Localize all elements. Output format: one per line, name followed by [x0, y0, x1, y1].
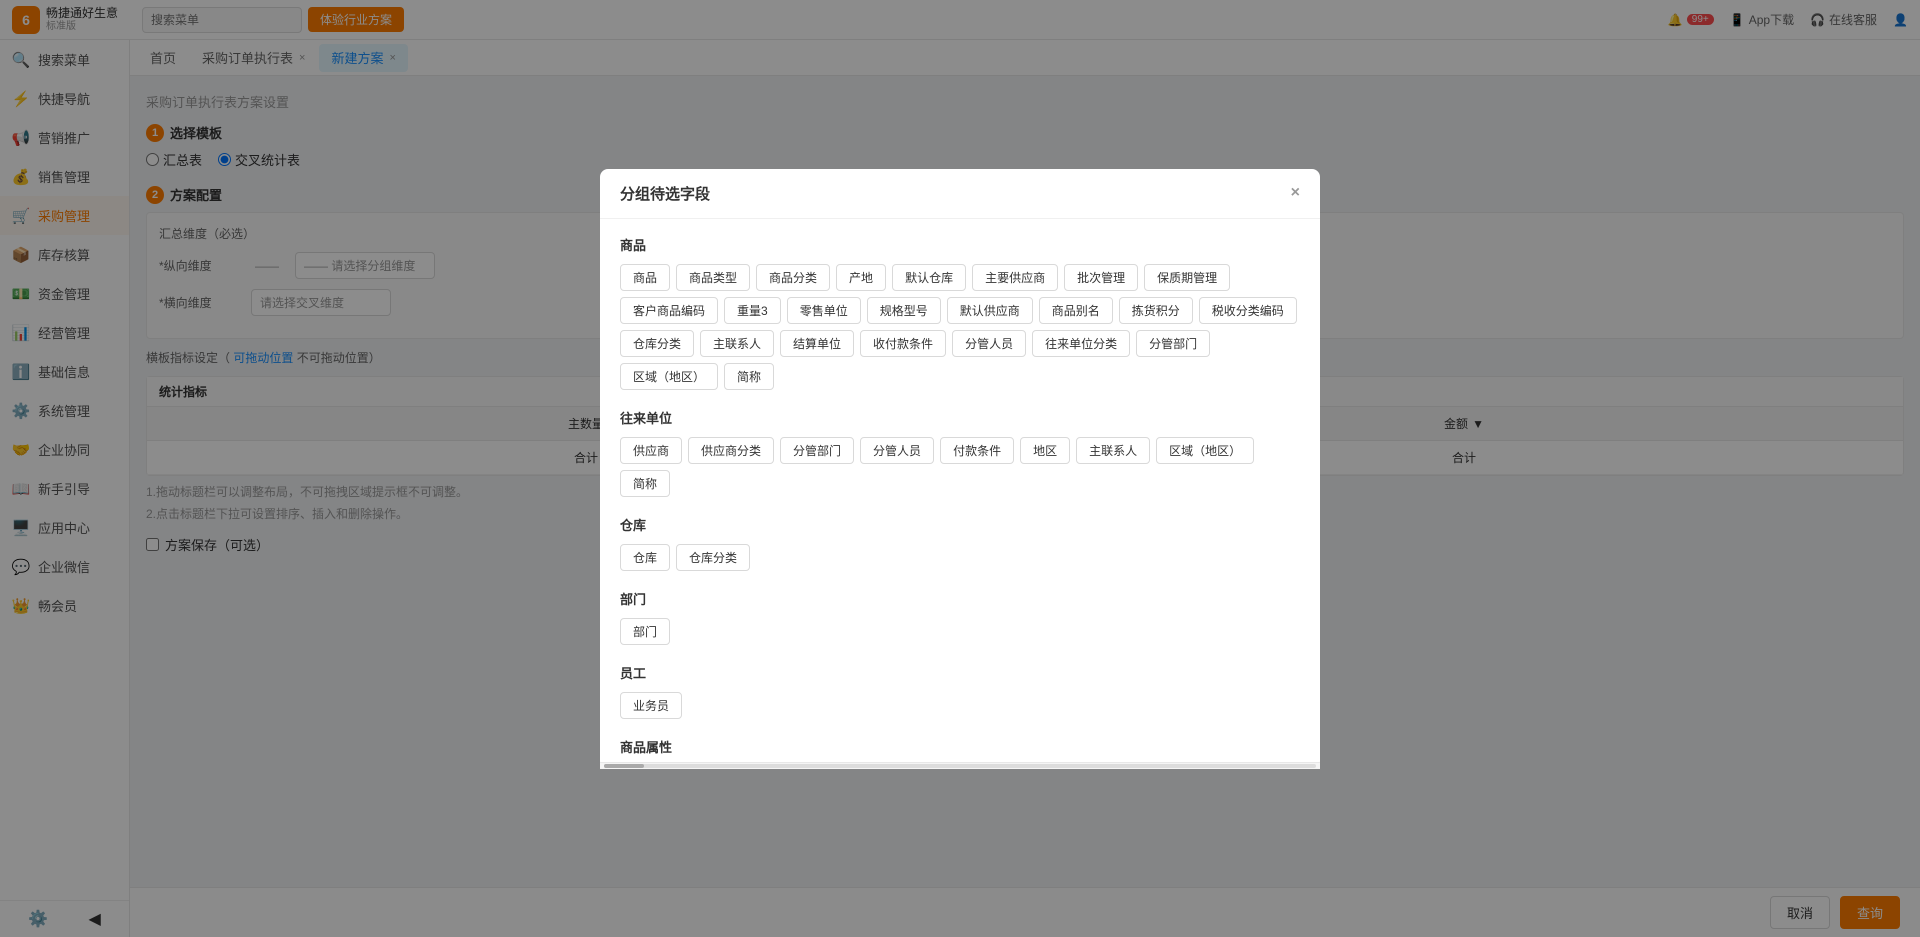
tag-product-20[interactable]: 分管人员 — [952, 330, 1026, 357]
overlay: 分组待选字段 × 商品 商品 商品类型 商品分类 产地 默认仓库 主要供应商 批… — [0, 0, 1920, 937]
tag-product-2[interactable]: 商品分类 — [756, 264, 830, 291]
modal-title: 分组待选字段 — [620, 183, 710, 204]
tag-product-9[interactable]: 重量3 — [724, 297, 781, 324]
section-product: 商品 商品 商品类型 商品分类 产地 默认仓库 主要供应商 批次管理 保质期管理… — [620, 235, 1300, 390]
tag-product-5[interactable]: 主要供应商 — [972, 264, 1058, 291]
tag-warehouse-0[interactable]: 仓库 — [620, 544, 670, 571]
modal-body[interactable]: 商品 商品 商品类型 商品分类 产地 默认仓库 主要供应商 批次管理 保质期管理… — [600, 219, 1320, 762]
tag-partner-2[interactable]: 分管部门 — [780, 437, 854, 464]
section-product-attr: 商品属性 属性 颜色 多规格 尺码 鞋码 1 — [620, 737, 1300, 762]
section-partner-title: 往来单位 — [620, 408, 1300, 427]
tag-partner-8[interactable]: 简称 — [620, 470, 670, 497]
section-partner: 往来单位 供应商 供应商分类 分管部门 分管人员 付款条件 地区 主联系人 区域… — [620, 408, 1300, 497]
tag-product-12[interactable]: 默认供应商 — [947, 297, 1033, 324]
tag-product-17[interactable]: 主联系人 — [700, 330, 774, 357]
section-employee-title: 员工 — [620, 663, 1300, 682]
tag-product-3[interactable]: 产地 — [836, 264, 886, 291]
section-warehouse: 仓库 仓库 仓库分类 — [620, 515, 1300, 571]
tag-product-21[interactable]: 往来单位分类 — [1032, 330, 1130, 357]
modal-horizontal-scrollbar[interactable] — [600, 762, 1320, 769]
section-employee-tags: 业务员 — [620, 692, 1300, 719]
tag-partner-5[interactable]: 地区 — [1020, 437, 1070, 464]
modal-close-button[interactable]: × — [1291, 184, 1300, 202]
tag-partner-1[interactable]: 供应商分类 — [688, 437, 774, 464]
section-warehouse-title: 仓库 — [620, 515, 1300, 534]
tag-product-18[interactable]: 结算单位 — [780, 330, 854, 357]
tag-product-15[interactable]: 税收分类编码 — [1199, 297, 1297, 324]
tag-product-10[interactable]: 零售单位 — [787, 297, 861, 324]
tag-product-8[interactable]: 客户商品编码 — [620, 297, 718, 324]
tag-product-13[interactable]: 商品别名 — [1039, 297, 1113, 324]
tag-product-14[interactable]: 拣货积分 — [1119, 297, 1193, 324]
tag-dept-0[interactable]: 部门 — [620, 618, 670, 645]
modal: 分组待选字段 × 商品 商品 商品类型 商品分类 产地 默认仓库 主要供应商 批… — [600, 169, 1320, 769]
tag-product-16[interactable]: 仓库分类 — [620, 330, 694, 357]
tag-product-19[interactable]: 收付款条件 — [860, 330, 946, 357]
tag-product-24[interactable]: 简称 — [724, 363, 774, 390]
tag-product-0[interactable]: 商品 — [620, 264, 670, 291]
tag-product-6[interactable]: 批次管理 — [1064, 264, 1138, 291]
section-employee: 员工 业务员 — [620, 663, 1300, 719]
tag-employee-0[interactable]: 业务员 — [620, 692, 682, 719]
tag-partner-0[interactable]: 供应商 — [620, 437, 682, 464]
section-product-tags: 商品 商品类型 商品分类 产地 默认仓库 主要供应商 批次管理 保质期管理 客户… — [620, 264, 1300, 390]
tag-partner-3[interactable]: 分管人员 — [860, 437, 934, 464]
tag-partner-4[interactable]: 付款条件 — [940, 437, 1014, 464]
tag-product-23[interactable]: 区域（地区） — [620, 363, 718, 390]
section-partner-tags: 供应商 供应商分类 分管部门 分管人员 付款条件 地区 主联系人 区域（地区） … — [620, 437, 1300, 497]
tag-product-1[interactable]: 商品类型 — [676, 264, 750, 291]
tag-product-22[interactable]: 分管部门 — [1136, 330, 1210, 357]
tag-product-7[interactable]: 保质期管理 — [1144, 264, 1230, 291]
section-dept: 部门 部门 — [620, 589, 1300, 645]
section-dept-title: 部门 — [620, 589, 1300, 608]
tag-product-4[interactable]: 默认仓库 — [892, 264, 966, 291]
tag-partner-6[interactable]: 主联系人 — [1076, 437, 1150, 464]
tag-product-11[interactable]: 规格型号 — [867, 297, 941, 324]
section-warehouse-tags: 仓库 仓库分类 — [620, 544, 1300, 571]
section-dept-tags: 部门 — [620, 618, 1300, 645]
tag-warehouse-1[interactable]: 仓库分类 — [676, 544, 750, 571]
modal-header: 分组待选字段 × — [600, 169, 1320, 219]
tag-partner-7[interactable]: 区域（地区） — [1156, 437, 1254, 464]
section-product-attr-title: 商品属性 — [620, 737, 1300, 756]
section-product-title: 商品 — [620, 235, 1300, 254]
